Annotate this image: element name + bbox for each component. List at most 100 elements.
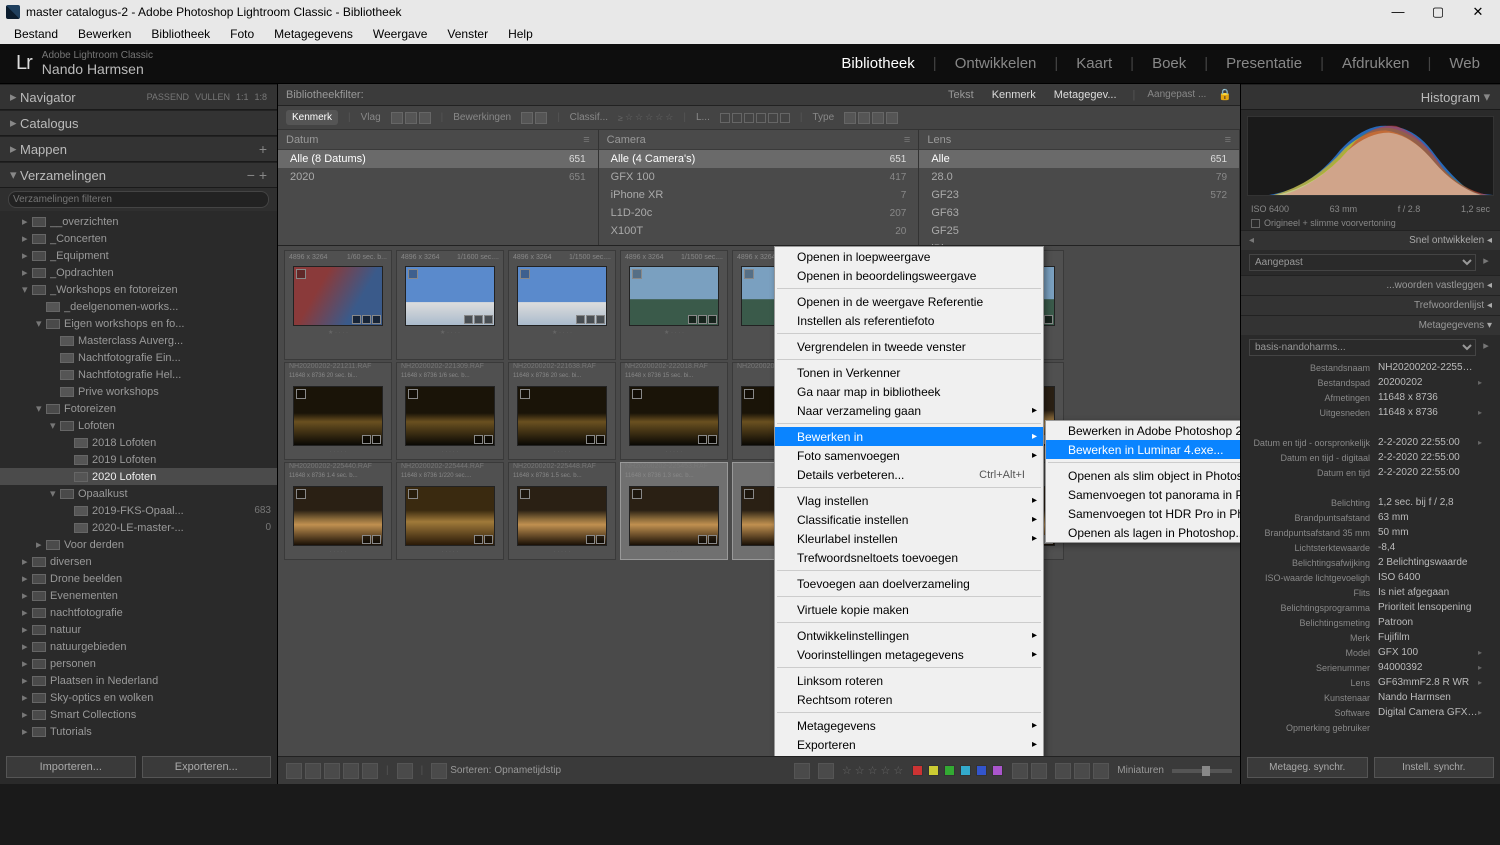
metadata-column-header[interactable]: Datum≡ bbox=[278, 130, 598, 150]
thumbnail-cell[interactable]: NH20200202-225444.RAF11648 x 8736 1/220 … bbox=[396, 462, 504, 560]
maximize-button[interactable]: ▢ bbox=[1422, 4, 1454, 20]
attribute-kenmerk[interactable]: Kenmerk bbox=[286, 110, 338, 125]
context-menu-item[interactable]: Openen in beoordelingsweergave bbox=[775, 266, 1043, 285]
metadata-row[interactable]: iPhone XR7 bbox=[599, 186, 919, 204]
thumbnail-cell[interactable]: 4896 x 32641/1600 sec....★ · · · · bbox=[396, 250, 504, 360]
filter-tab-kenmerk[interactable]: Kenmerk bbox=[988, 89, 1040, 101]
module-web[interactable]: Web bbox=[1445, 55, 1484, 72]
metadata-field[interactable]: Uitgesneden11648 x 8736▸ bbox=[1241, 405, 1500, 420]
metadata-row[interactable]: GFX 100417 bbox=[599, 168, 919, 186]
collection-item[interactable]: ▸Smart Collections bbox=[0, 706, 277, 723]
navigator-zoom-options[interactable]: PASSENDVULLEN1:11:8 bbox=[147, 92, 267, 102]
rating-filter[interactable]: ≥☆☆☆☆☆ bbox=[618, 112, 673, 123]
collection-item[interactable]: ▾_Workshops en fotoreizen bbox=[0, 281, 277, 298]
flag-filter[interactable] bbox=[391, 112, 431, 124]
sync-settings-button[interactable]: Instell. synchr. bbox=[1374, 757, 1495, 778]
metadata-row[interactable]: GF25 bbox=[919, 222, 1239, 240]
color-label-button[interactable] bbox=[944, 765, 955, 776]
add-collection-button[interactable]: + bbox=[259, 167, 267, 183]
keywording-panel[interactable]: ...woorden vastleggen ◂ bbox=[1241, 275, 1500, 295]
context-menu-item[interactable]: Foto samenvoegen▸ bbox=[775, 446, 1043, 465]
metadata-field[interactable]: Belichtingsafwijking2 Belichtingswaarde bbox=[1241, 555, 1500, 570]
catalogus-panel[interactable]: ▸ Catalogus bbox=[0, 110, 277, 136]
context-menu-item[interactable]: Instellen als referentiefoto bbox=[775, 311, 1043, 330]
metadata-field[interactable]: BestandsnaamNH20200202-225500.RAF bbox=[1241, 360, 1500, 375]
metadata-row[interactable]: iPho bbox=[919, 240, 1239, 245]
thumbnail-cell[interactable]: 4896 x 32641/1500 sec....★ · · · · bbox=[620, 250, 728, 360]
metadata-field[interactable]: Datum en tijd - digitaal2-2-2020 22:55:0… bbox=[1241, 450, 1500, 465]
color-label-button[interactable] bbox=[928, 765, 939, 776]
metadata-field[interactable]: LensGF63mmF2.8 R WR▸ bbox=[1241, 675, 1500, 690]
collection-item[interactable]: ▾Lofoten bbox=[0, 417, 277, 434]
survey-view-button[interactable] bbox=[343, 763, 359, 779]
module-afdrukken[interactable]: Afdrukken bbox=[1338, 55, 1414, 72]
thumbnail-grid[interactable]: 4896 x 32641/60 sec. b...★ · · · ·4896 x… bbox=[278, 246, 1240, 756]
metadata-field[interactable]: BelichtingsmetingPatroon bbox=[1241, 615, 1500, 630]
collection-item[interactable]: ▸diversen bbox=[0, 553, 277, 570]
context-menu-item[interactable]: Openen in de weergave Referentie bbox=[775, 292, 1043, 311]
context-menu-item[interactable]: Ga naar map in bibliotheek bbox=[775, 382, 1043, 401]
collection-item[interactable]: ▸natuur bbox=[0, 621, 277, 638]
thumbnail-cell[interactable]: 4896 x 32641/60 sec. b...★ · · · · bbox=[284, 250, 392, 360]
metadata-field[interactable] bbox=[1241, 480, 1500, 495]
filter-tab-tekst[interactable]: Tekst bbox=[944, 89, 978, 101]
metadata-field[interactable]: KunstenaarNando Harmsen bbox=[1241, 690, 1500, 705]
collection-item[interactable]: Nachtfotografie Ein... bbox=[0, 349, 277, 366]
color-filter[interactable] bbox=[720, 113, 790, 123]
thumbnail-cell[interactable]: NH20200202-225453.RAF11648 x 8736 1.3 se… bbox=[620, 462, 728, 560]
metadata-row[interactable]: Alle (4 Camera's)651 bbox=[599, 150, 919, 168]
metadata-field[interactable] bbox=[1241, 420, 1500, 435]
collection-item[interactable]: Nachtfotografie Hel... bbox=[0, 366, 277, 383]
context-menu-item[interactable]: Openen in loepweergave bbox=[775, 247, 1043, 266]
collection-item[interactable]: ▸Plaatsen in Nederland bbox=[0, 672, 277, 689]
context-menu-item[interactable]: Toevoegen aan doelverzameling bbox=[775, 574, 1043, 593]
sort-direction-button[interactable] bbox=[431, 763, 447, 779]
checkbox-icon[interactable] bbox=[1251, 219, 1260, 228]
collection-item[interactable]: ▸_Concerten bbox=[0, 230, 277, 247]
collection-filter-input[interactable] bbox=[8, 191, 269, 208]
menu-weergave[interactable]: Weergave bbox=[363, 25, 437, 43]
collection-item[interactable]: ▸Sky-optics en wolken bbox=[0, 689, 277, 706]
collection-item[interactable]: ▸nachtfotografie bbox=[0, 604, 277, 621]
metadata-field[interactable]: MerkFujifilm bbox=[1241, 630, 1500, 645]
menu-venster[interactable]: Venster bbox=[437, 25, 498, 43]
keyword-list-panel[interactable]: Trefwoordenlijst ◂ bbox=[1241, 295, 1500, 315]
collection-item[interactable]: ▾Eigen workshops en fo... bbox=[0, 315, 277, 332]
context-menu-item[interactable]: Rechtsom roteren bbox=[775, 690, 1043, 709]
menu-bewerken[interactable]: Bewerken bbox=[68, 25, 141, 43]
grid-view-button[interactable] bbox=[286, 763, 302, 779]
collection-item[interactable]: 2019 Lofoten bbox=[0, 451, 277, 468]
metadata-field[interactable]: Brandpuntsafstand63 mm bbox=[1241, 510, 1500, 525]
menu-bibliotheek[interactable]: Bibliotheek bbox=[141, 25, 220, 43]
minimize-button[interactable]: — bbox=[1382, 4, 1414, 20]
context-menu-item[interactable]: Vergrendelen in tweede venster bbox=[775, 337, 1043, 356]
color-labels[interactable] bbox=[911, 765, 1004, 776]
metadata-field[interactable]: Belichting1,2 sec. bij f / 2,8 bbox=[1241, 495, 1500, 510]
metadata-field[interactable]: Afmetingen11648 x 8736 bbox=[1241, 390, 1500, 405]
metadata-field[interactable]: ModelGFX 100▸ bbox=[1241, 645, 1500, 660]
thumbnail-cell[interactable]: NH20200202-221309.RAF11648 x 8736 1/6 se… bbox=[396, 362, 504, 460]
module-bibliotheek[interactable]: Bibliotheek bbox=[837, 55, 918, 72]
thumbnail-cell[interactable]: NH20200202-221211.RAF11648 x 8736 20 sec… bbox=[284, 362, 392, 460]
collection-item[interactable]: ▸_Equipment bbox=[0, 247, 277, 264]
metadata-field[interactable]: Opmerking gebruiker bbox=[1241, 720, 1500, 735]
context-menu-item[interactable]: Details verbeteren...Ctrl+Alt+I bbox=[775, 465, 1043, 484]
context-menu-item[interactable]: Voorinstellingen metagegevens▸ bbox=[775, 645, 1043, 664]
compare-view-button[interactable] bbox=[324, 763, 340, 779]
context-menu-item[interactable]: Trefwoordsneltoets toevoegen bbox=[775, 548, 1043, 567]
menu-help[interactable]: Help bbox=[498, 25, 543, 43]
context-menu-item[interactable]: Bewerken in Adobe Photoshop 2020... bbox=[1046, 421, 1240, 440]
thumbnail-size-slider[interactable] bbox=[1172, 769, 1232, 773]
metadata-row[interactable]: Alle (8 Datums)651 bbox=[278, 150, 598, 168]
thumbnail-cell[interactable]: NH20200202-225448.RAF11648 x 8736 1.5 se… bbox=[508, 462, 616, 560]
metadata-field[interactable]: Datum en tijd2-2-2020 22:55:00 bbox=[1241, 465, 1500, 480]
histogram-panel[interactable]: Histogram ▾ bbox=[1241, 84, 1500, 110]
collection-item[interactable]: ▸Tutorials bbox=[0, 723, 277, 740]
module-ontwikkelen[interactable]: Ontwikkelen bbox=[951, 55, 1041, 72]
metadata-field[interactable]: Datum en tijd - oorspronkelijk2-2-2020 2… bbox=[1241, 435, 1500, 450]
sync-metadata-button[interactable]: Metageg. synchr. bbox=[1247, 757, 1368, 778]
module-boek[interactable]: Boek bbox=[1148, 55, 1190, 72]
thumbnail-cell[interactable]: 4896 x 32641/1500 sec....★ · · · · bbox=[508, 250, 616, 360]
context-menu-item[interactable]: Bewerken in Luminar 4.exe... bbox=[1046, 440, 1240, 459]
sort-dropdown[interactable]: Opnametijdstip bbox=[494, 765, 561, 776]
